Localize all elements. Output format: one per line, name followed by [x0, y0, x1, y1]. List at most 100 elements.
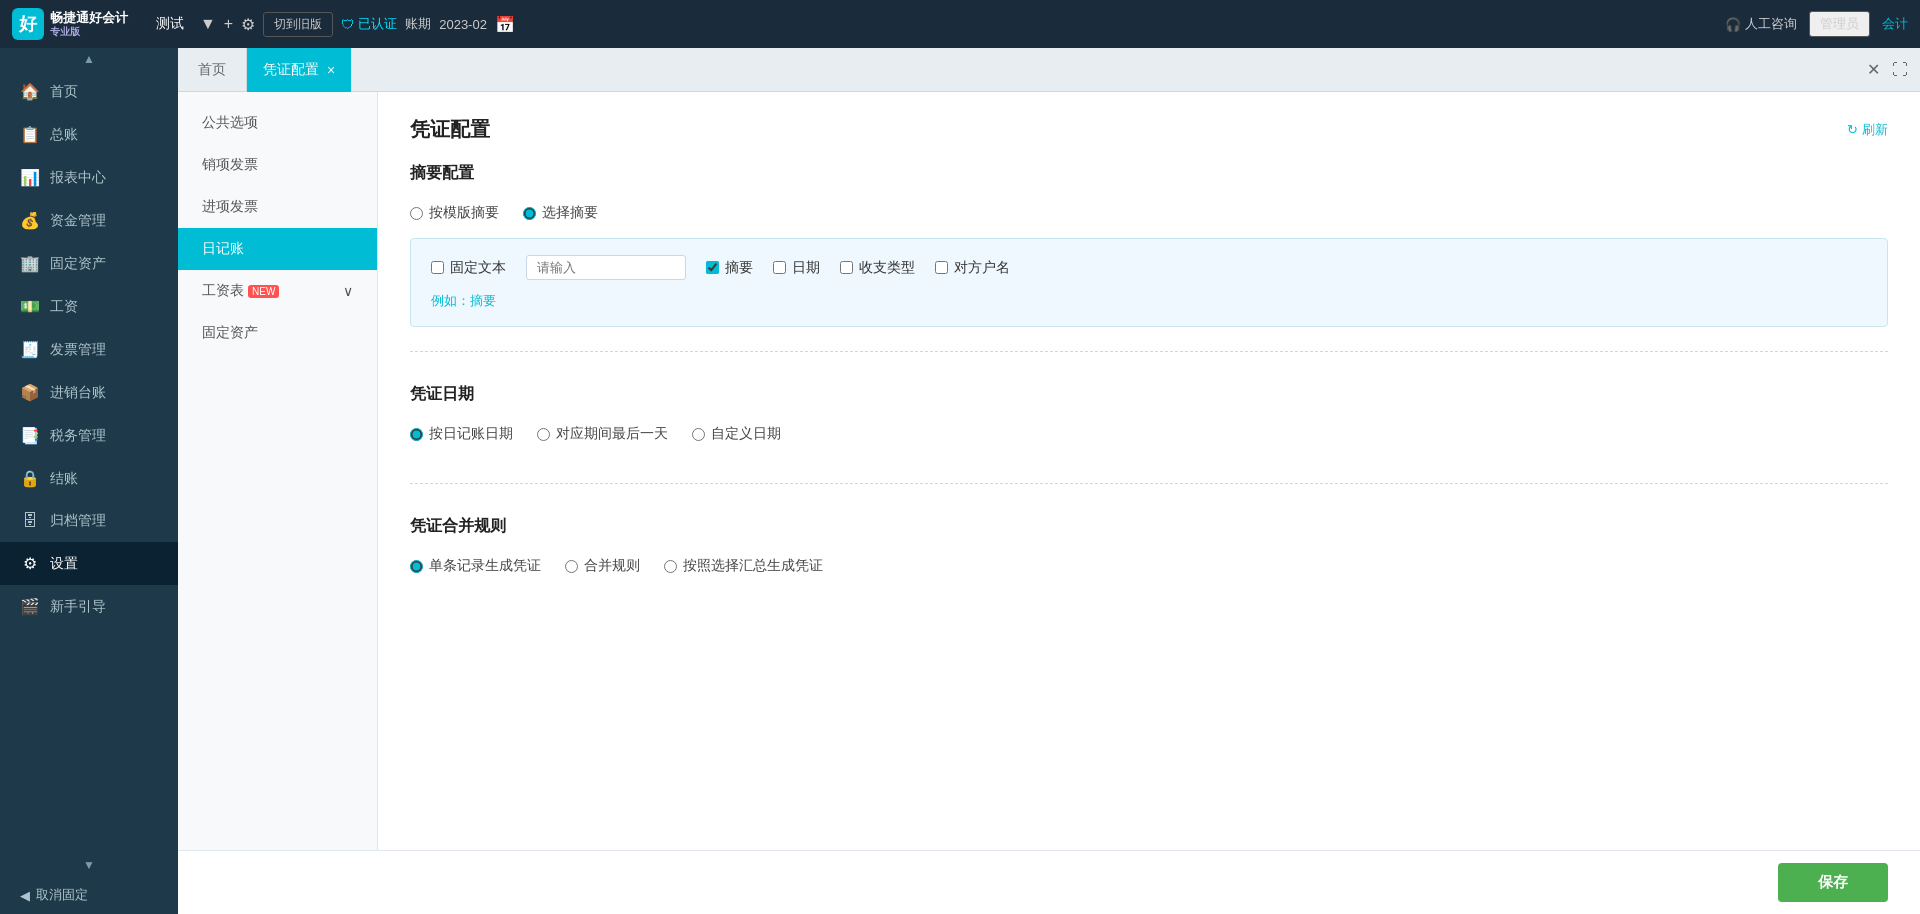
- radio-custom-date[interactable]: 自定义日期: [692, 425, 781, 443]
- close-accounts-icon: 🔒: [20, 469, 40, 488]
- payroll-icon: 💵: [20, 297, 40, 316]
- radio-diary-date[interactable]: 按日记账日期: [410, 425, 513, 443]
- radio-select-input[interactable]: [523, 207, 536, 220]
- sidebar-item-settings[interactable]: ⚙ 设置: [0, 542, 178, 585]
- invoice-icon: 🧾: [20, 340, 40, 359]
- sales-icon: 📦: [20, 383, 40, 402]
- radio-single-input[interactable]: [410, 560, 423, 573]
- period-label: 账期: [405, 15, 431, 33]
- tab-close-btn[interactable]: ×: [327, 63, 335, 77]
- expand-btn[interactable]: ⛶: [1888, 57, 1912, 83]
- certified-status: 🛡 已认证: [341, 15, 397, 33]
- radio-select-merge-input[interactable]: [664, 560, 677, 573]
- left-menu-item-purchase-invoice[interactable]: 进项发票: [178, 186, 377, 228]
- settings-icon: ⚙: [20, 554, 40, 573]
- radio-select[interactable]: 选择摘要: [523, 204, 598, 222]
- summary-section-title: 摘要配置: [410, 163, 1888, 184]
- sidebar-item-label: 进销台账: [50, 384, 106, 402]
- right-content: 凭证配置 ↻ 刷新 摘要配置: [378, 92, 1920, 914]
- summary-radio-group: 按模版摘要 选择摘要: [410, 204, 1888, 222]
- radio-custom-date-input[interactable]: [692, 428, 705, 441]
- sidebar-item-report[interactable]: 📊 报表中心: [0, 156, 178, 199]
- sidebar-scroll-down[interactable]: ▼: [0, 854, 178, 876]
- checkbox-summary-input[interactable]: [706, 261, 719, 274]
- radio-merge-rule-input[interactable]: [565, 560, 578, 573]
- checkbox-fixed-text-input[interactable]: [431, 261, 444, 274]
- radio-select-merge[interactable]: 按照选择汇总生成凭证: [664, 557, 823, 575]
- summary-section: 摘要配置 按模版摘要 选择摘要: [410, 163, 1888, 352]
- checkbox-date[interactable]: 日期: [773, 259, 820, 277]
- left-menu-item-payroll-table[interactable]: 工资表NEW ∨: [178, 270, 377, 312]
- left-menu-item-public[interactable]: 公共选项: [178, 102, 377, 144]
- left-menu-item-fixed-assets[interactable]: 固定资产: [178, 312, 377, 354]
- checkbox-date-input[interactable]: [773, 261, 786, 274]
- company-name: 测试: [148, 15, 192, 33]
- tab-voucher-config[interactable]: 凭证配置 ×: [247, 48, 351, 92]
- sidebar-item-guide[interactable]: 🎬 新手引导: [0, 585, 178, 628]
- logo-text: 畅捷通好会计 专业版: [50, 10, 128, 38]
- radio-template-input[interactable]: [410, 207, 423, 220]
- save-button[interactable]: 保存: [1778, 863, 1888, 902]
- left-menu: 公共选项 销项发票 进项发票 日记账 工资表N: [178, 92, 378, 914]
- sidebar-item-payroll[interactable]: 💵 工资: [0, 285, 178, 328]
- radio-single[interactable]: 单条记录生成凭证: [410, 557, 541, 575]
- sidebar-item-label: 固定资产: [50, 255, 106, 273]
- radio-template[interactable]: 按模版摘要: [410, 204, 499, 222]
- radio-custom-date-label: 自定义日期: [711, 425, 781, 443]
- tab-home[interactable]: 首页: [178, 48, 247, 92]
- fixed-text-input[interactable]: [526, 255, 686, 280]
- sidebar-item-capital[interactable]: 💰 资金管理: [0, 199, 178, 242]
- app-logo: 好 畅捷通好会计 专业版: [12, 8, 140, 40]
- company-dropdown-btn[interactable]: ▼: [200, 15, 216, 33]
- close-all-btn[interactable]: ✕: [1863, 56, 1884, 83]
- radio-single-label: 单条记录生成凭证: [429, 557, 541, 575]
- left-menu-item-diary[interactable]: 日记账: [178, 228, 377, 270]
- merge-radio-group: 单条记录生成凭证 合并规则 按照选择汇总生成凭证: [410, 557, 1888, 575]
- sidebar-item-label: 结账: [50, 470, 78, 488]
- assets-icon: 🏢: [20, 254, 40, 273]
- radio-merge-rule[interactable]: 合并规则: [565, 557, 640, 575]
- checkbox-counterparty-label: 对方户名: [954, 259, 1010, 277]
- refresh-btn[interactable]: ↻ 刷新: [1847, 121, 1888, 139]
- sidebar-item-close[interactable]: 🔒 结账: [0, 457, 178, 500]
- calendar-icon[interactable]: 📅: [495, 15, 515, 34]
- cancel-fixed-btn[interactable]: ◀ 取消固定: [0, 876, 178, 914]
- report-icon: 📊: [20, 168, 40, 187]
- sidebar-item-archive[interactable]: 🗄 归档管理: [0, 500, 178, 542]
- sidebar-item-label: 设置: [50, 555, 78, 573]
- sidebar-item-label: 工资: [50, 298, 78, 316]
- checkbox-payment-type[interactable]: 收支类型: [840, 259, 915, 277]
- sidebar-item-home[interactable]: 🏠 首页: [0, 70, 178, 113]
- content-area: 首页 凭证配置 × ✕ ⛶ 公共选项: [178, 48, 1920, 914]
- sidebar-item-sales[interactable]: 📦 进销台账: [0, 371, 178, 414]
- checkbox-payment-type-input[interactable]: [840, 261, 853, 274]
- sidebar-scroll-up[interactable]: ▲: [0, 48, 178, 70]
- settings-btn[interactable]: ⚙: [241, 15, 255, 34]
- sidebar-item-tax[interactable]: 📑 税务管理: [0, 414, 178, 457]
- save-bar: 保存: [178, 850, 1920, 914]
- guide-icon: 🎬: [20, 597, 40, 616]
- checkbox-date-label: 日期: [792, 259, 820, 277]
- checkbox-counterparty-input[interactable]: [935, 261, 948, 274]
- left-menu-item-sales-invoice[interactable]: 销项发票: [178, 144, 377, 186]
- sidebar-item-label: 新手引导: [50, 598, 106, 616]
- role-label[interactable]: 会计: [1882, 15, 1908, 33]
- switch-old-btn[interactable]: 切到旧版: [263, 12, 333, 37]
- sidebar-item-assets[interactable]: 🏢 固定资产: [0, 242, 178, 285]
- checkbox-summary[interactable]: 摘要: [706, 259, 753, 277]
- sidebar-item-label: 税务管理: [50, 427, 106, 445]
- add-btn[interactable]: +: [224, 15, 233, 33]
- radio-last-day[interactable]: 对应期间最后一天: [537, 425, 668, 443]
- radio-last-day-label: 对应期间最后一天: [556, 425, 668, 443]
- sidebar-item-ledger[interactable]: 📋 总账: [0, 113, 178, 156]
- consult-btn[interactable]: 🎧 人工咨询: [1725, 15, 1797, 33]
- checkbox-fixed-text[interactable]: 固定文本: [431, 259, 506, 277]
- period-value: 2023-02: [439, 17, 487, 32]
- user-btn[interactable]: 管理员: [1809, 11, 1870, 37]
- radio-last-day-input[interactable]: [537, 428, 550, 441]
- summary-config-box: 固定文本 摘要 日期: [410, 238, 1888, 327]
- sidebar-item-invoice[interactable]: 🧾 发票管理: [0, 328, 178, 371]
- checkbox-counterparty[interactable]: 对方户名: [935, 259, 1010, 277]
- radio-diary-date-input[interactable]: [410, 428, 423, 441]
- tab-bar-actions: ✕ ⛶: [1863, 56, 1920, 83]
